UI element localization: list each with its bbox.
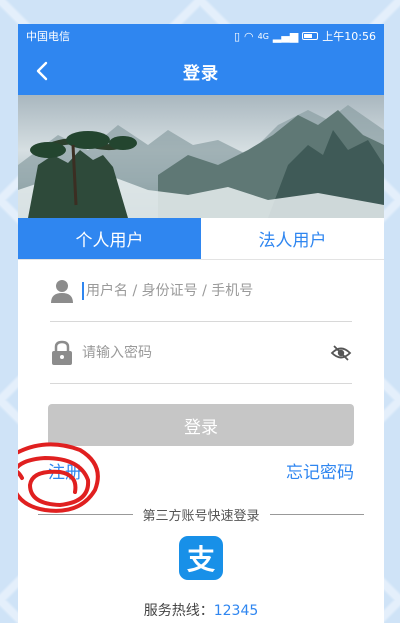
chevron-left-icon[interactable] bbox=[32, 60, 54, 82]
third-party-divider: 第三方账号快速登录 bbox=[18, 505, 384, 524]
auxiliary-links: 注册 忘记密码 bbox=[18, 442, 384, 513]
landscape-banner-image bbox=[18, 95, 384, 218]
alipay-login-button[interactable]: 支 bbox=[179, 536, 223, 580]
service-hotline: 服务热线：12345 bbox=[18, 600, 384, 620]
page-title: 登录 bbox=[183, 64, 219, 84]
tab-personal-user[interactable]: 个人用户 bbox=[18, 218, 201, 259]
divider-line-right bbox=[269, 514, 365, 515]
alipay-icon: 支 bbox=[186, 543, 215, 576]
eye-off-icon[interactable] bbox=[330, 342, 352, 364]
password-input[interactable] bbox=[82, 344, 330, 361]
user-type-tabs: 个人用户 法人用户 bbox=[18, 218, 384, 260]
register-link[interactable]: 注册 bbox=[48, 458, 82, 483]
vibrate-icon: ▯ bbox=[233, 29, 240, 43]
login-button[interactable]: 登录 bbox=[48, 404, 354, 446]
nav-bar: 登录 bbox=[18, 48, 384, 95]
third-party-label: 第三方账号快速登录 bbox=[142, 509, 260, 524]
signal-icon: ▂▄▆ bbox=[272, 29, 299, 43]
hotline-number[interactable]: 12345 bbox=[214, 603, 259, 619]
wifi-icon: ◠ bbox=[244, 29, 254, 43]
phone-screen: 中国电信 ▯ ◠ 4G ▂▄▆ 上午10:56 登录 个人用户 法人用户 用户名… bbox=[18, 24, 384, 623]
user-icon bbox=[51, 279, 73, 303]
login-form bbox=[18, 260, 384, 384]
username-input[interactable] bbox=[86, 282, 352, 299]
forgot-password-link[interactable]: 忘记密码 bbox=[286, 458, 354, 483]
time-label: 上午10:56 bbox=[322, 30, 376, 43]
username-field-row bbox=[50, 260, 352, 322]
text-caret bbox=[82, 281, 84, 300]
tab-legal-entity-user[interactable]: 法人用户 bbox=[201, 218, 384, 259]
hotline-label: 服务热线： bbox=[143, 603, 214, 619]
battery-icon bbox=[302, 32, 319, 40]
status-icons: ▯ ◠ 4G ▂▄▆ 上午10:56 bbox=[234, 28, 376, 44]
password-field-row bbox=[50, 322, 352, 384]
status-bar: 中国电信 ▯ ◠ 4G ▂▄▆ 上午10:56 bbox=[18, 24, 384, 48]
carrier-label: 中国电信 bbox=[26, 30, 70, 43]
lock-icon bbox=[52, 340, 72, 365]
divider-line-left bbox=[38, 514, 133, 515]
network-label: 4G bbox=[257, 31, 269, 41]
